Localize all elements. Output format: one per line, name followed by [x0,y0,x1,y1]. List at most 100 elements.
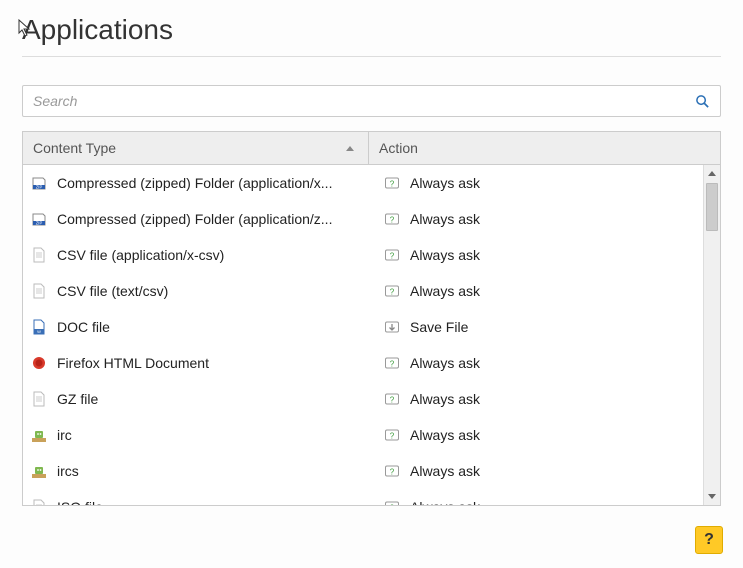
svg-text:?: ? [390,359,395,368]
action-icon: ? [384,355,400,371]
svg-text:ZIP: ZIP [36,220,43,225]
cell-action[interactable]: ? Always ask [368,211,703,227]
svg-text:?: ? [390,431,395,440]
cell-action[interactable]: ? Always ask [368,427,703,443]
content-type-label: CSV file (application/x-csv) [57,247,224,263]
action-icon [384,319,400,335]
action-label: Save File [410,319,468,335]
svg-text:?: ? [390,179,395,188]
svg-text:?: ? [390,467,395,476]
cell-action[interactable]: ? Always ask [368,463,703,479]
cell-action[interactable]: Save File [368,319,703,335]
column-header-content-type[interactable]: Content Type [23,132,368,164]
table-row[interactable]: CSV file (text/csv)? Always ask [23,273,703,309]
content-type-label: irc [57,427,72,443]
cell-content-type: GZ file [23,391,368,407]
table-row[interactable]: irc? Always ask [23,417,703,453]
table-header: Content Type Action [23,132,720,165]
filetype-icon [31,499,47,505]
cell-action[interactable]: ? Always ask [368,283,703,299]
applications-table: Content Type Action ZIP Compressed (zippe… [22,131,721,506]
sort-ascending-icon [346,146,354,151]
svg-text:W: W [37,329,41,334]
cell-action[interactable]: ? Always ask [368,175,703,191]
content-type-label: Firefox HTML Document [57,355,209,371]
cell-content-type: CSV file (text/csv) [23,283,368,299]
action-icon: ? [384,391,400,407]
vertical-scrollbar[interactable] [703,165,720,505]
action-label: Always ask [410,175,480,191]
svg-text:?: ? [390,395,395,404]
page-title: Applications [22,14,721,46]
action-icon: ? [384,247,400,263]
scroll-up-button[interactable] [704,165,720,182]
search-icon[interactable] [684,94,720,109]
cell-action[interactable]: ? Always ask [368,391,703,407]
action-icon: ? [384,499,400,505]
scroll-thumb[interactable] [706,183,718,231]
column-header-label: Action [379,140,418,156]
svg-text:?: ? [390,251,395,260]
action-label: Always ask [410,283,480,299]
table-row[interactable]: ISO file? Always ask [23,489,703,505]
svg-text:?: ? [390,503,395,505]
svg-text:ZIP: ZIP [36,184,43,189]
table-body: ZIP Compressed (zipped) Folder (applicati… [23,165,703,505]
cell-content-type: ZIP Compressed (zipped) Folder (applicati… [23,175,368,191]
cell-content-type: irc [23,427,368,443]
cell-action[interactable]: ? Always ask [368,355,703,371]
action-label: Always ask [410,463,480,479]
action-icon: ? [384,175,400,191]
content-type-label: ISO file [57,499,103,505]
table-row[interactable]: ircs? Always ask [23,453,703,489]
cell-content-type: ZIP Compressed (zipped) Folder (applicati… [23,211,368,227]
content-type-label: GZ file [57,391,98,407]
action-label: Always ask [410,247,480,263]
action-label: Always ask [410,355,480,371]
filetype-icon [31,355,47,371]
table-row[interactable]: CSV file (application/x-csv)? Always ask [23,237,703,273]
divider [22,56,721,57]
action-icon: ? [384,463,400,479]
filetype-icon [31,391,47,407]
filetype-icon [31,247,47,263]
cell-content-type: CSV file (application/x-csv) [23,247,368,263]
filetype-icon [31,283,47,299]
filetype-icon [31,427,47,443]
table-row[interactable]: ZIP Compressed (zipped) Folder (applicati… [23,201,703,237]
content-type-label: Compressed (zipped) Folder (application/… [57,211,332,227]
svg-text:?: ? [390,287,395,296]
content-type-label: DOC file [57,319,110,335]
column-header-action[interactable]: Action [368,132,720,164]
cell-content-type: ircs [23,463,368,479]
action-label: Always ask [410,211,480,227]
help-button[interactable]: ? [695,526,723,554]
table-row[interactable]: ZIP Compressed (zipped) Folder (applicati… [23,165,703,201]
cell-content-type: ISO file [23,499,368,505]
content-type-label: CSV file (text/csv) [57,283,168,299]
table-row[interactable]: Firefox HTML Document? Always ask [23,345,703,381]
search-input[interactable] [23,93,684,109]
cell-action[interactable]: ? Always ask [368,247,703,263]
action-label: Always ask [410,391,480,407]
action-icon: ? [384,427,400,443]
action-label: Always ask [410,499,480,505]
cell-content-type: Firefox HTML Document [23,355,368,371]
cell-content-type: W DOC file [23,319,368,335]
cell-action[interactable]: ? Always ask [368,499,703,505]
content-type-label: ircs [57,463,79,479]
content-type-label: Compressed (zipped) Folder (application/… [57,175,332,191]
filetype-icon: ZIP [31,175,47,191]
column-header-label: Content Type [33,140,116,156]
action-icon: ? [384,283,400,299]
filetype-icon [31,463,47,479]
table-row[interactable]: W DOC file Save File [23,309,703,345]
action-icon: ? [384,211,400,227]
table-row[interactable]: GZ file? Always ask [23,381,703,417]
svg-text:?: ? [390,215,395,224]
filetype-icon: W [31,319,47,335]
action-label: Always ask [410,427,480,443]
filetype-icon: ZIP [31,211,47,227]
search-box[interactable] [22,85,721,117]
scroll-down-button[interactable] [704,488,720,505]
